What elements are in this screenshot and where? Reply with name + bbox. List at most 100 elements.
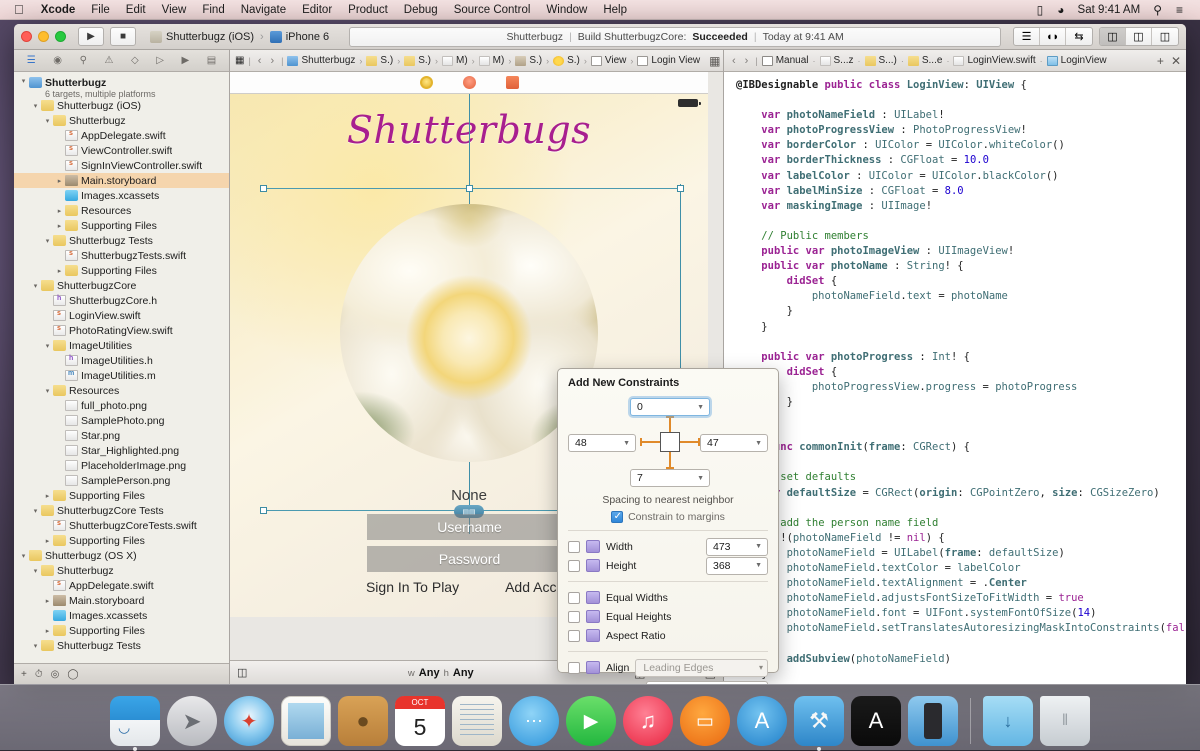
equal-widths-checkbox[interactable] bbox=[568, 592, 580, 604]
bottom-spacing-chevron-icon[interactable]: ▼ bbox=[697, 475, 707, 482]
navigator-row[interactable]: ▸Supporting Files bbox=[14, 533, 229, 548]
equal-widths-row[interactable]: Equal Widths bbox=[568, 588, 768, 607]
navigator-row[interactable]: ▸Supporting Files bbox=[14, 263, 229, 278]
menu-xcode[interactable]: Xcode bbox=[33, 0, 84, 20]
navigator-row[interactable]: LoginView.swift bbox=[14, 308, 229, 323]
first-responder-badge-icon[interactable] bbox=[463, 76, 476, 89]
ib-breadcrumb[interactable]: Shutterbugz›S.)›S.)›M)›M)›S.)›S.)›View›L… bbox=[287, 55, 700, 66]
breadcrumb-item[interactable]: S.) bbox=[553, 55, 580, 66]
navigator-row[interactable]: Star.png bbox=[14, 428, 229, 443]
assistant-controls[interactable]: + ✕ bbox=[1151, 54, 1181, 68]
ib-assistant-icon[interactable]: ▦ bbox=[703, 54, 720, 68]
disclosure-triangle-icon[interactable]: ▾ bbox=[30, 642, 41, 650]
exit-badge-icon[interactable] bbox=[506, 76, 519, 89]
bottom-spacing-stepper[interactable]: 7 ▼ bbox=[630, 469, 710, 487]
navigator-row[interactable]: full_photo.png bbox=[14, 398, 229, 413]
document-outline-icon[interactable]: ◫ bbox=[237, 666, 247, 679]
menubar-clock[interactable]: Sat 9:41 AM bbox=[1072, 4, 1147, 16]
navigator-row[interactable]: AppDelegate.swift bbox=[14, 578, 229, 593]
disclosure-triangle-icon[interactable]: ▸ bbox=[54, 267, 65, 275]
menu-file[interactable]: File bbox=[83, 0, 118, 20]
project-navigator-tree[interactable]: ▾Shutterbugz6 targets, multiple platform… bbox=[14, 72, 229, 663]
disclosure-triangle-icon[interactable]: ▾ bbox=[30, 507, 41, 515]
spacing-grid[interactable]: 0 ▼ 48 ▼ 47 ▼ 7 ▼ bbox=[568, 396, 768, 492]
navigator-row[interactable]: ▾ShutterbugzCore bbox=[14, 278, 229, 293]
disclosure-triangle-icon[interactable]: ▾ bbox=[42, 387, 53, 395]
height-chevron-icon[interactable]: ▼ bbox=[755, 562, 765, 569]
navigator-row[interactable]: PlaceholderImage.png bbox=[14, 458, 229, 473]
search-icon[interactable]: ⚲ bbox=[1146, 0, 1169, 20]
navigator-row[interactable]: ShutterbugzTests.swift bbox=[14, 248, 229, 263]
selection-handle-top-right[interactable] bbox=[677, 185, 684, 192]
navigator-row[interactable]: ▾Shutterbugz (OS X) bbox=[14, 548, 229, 563]
navigator-row[interactable]: ▾Shutterbugz bbox=[14, 563, 229, 578]
dock-item-instruments[interactable]: A bbox=[851, 696, 901, 746]
breadcrumb-item[interactable]: S.) bbox=[515, 55, 542, 66]
update-frames-dropdown[interactable]: None ▾ bbox=[646, 681, 768, 684]
airplay-icon[interactable]: ▯ bbox=[1030, 0, 1051, 20]
navigator-row[interactable]: ▾Shutterbugz6 targets, multiple platform… bbox=[14, 76, 229, 98]
add-assistant-icon[interactable]: + bbox=[1157, 54, 1164, 68]
code-back-arrow-icon[interactable]: ‹ bbox=[729, 55, 739, 67]
stop-button[interactable]: ■ bbox=[110, 27, 136, 46]
navigator-row[interactable]: AppDelegate.swift bbox=[14, 128, 229, 143]
navigator-row[interactable]: ▸Supporting Files bbox=[14, 623, 229, 638]
navigator-row[interactable]: ▾Shutterbugz Tests bbox=[14, 233, 229, 248]
dock-item-itunes[interactable]: ♫ bbox=[623, 696, 673, 746]
constrain-to-margins-row[interactable]: Constrain to margins bbox=[568, 511, 768, 523]
disclosure-triangle-icon[interactable]: ▸ bbox=[42, 627, 53, 635]
filter-source-control-icon[interactable]: ◎ bbox=[51, 669, 60, 680]
update-frames-row[interactable]: Update Frames None ▾ bbox=[568, 681, 768, 684]
wifi-icon[interactable]: ◕ bbox=[1050, 0, 1071, 20]
navigator-row[interactable]: ShutterbugzCoreTests.swift bbox=[14, 518, 229, 533]
dock-item-mail[interactable] bbox=[281, 696, 331, 746]
width-stepper[interactable]: 473 ▼ bbox=[706, 538, 768, 556]
top-spacing-chevron-icon[interactable]: ▼ bbox=[697, 404, 707, 411]
height-row[interactable]: Height 368 ▼ bbox=[568, 556, 768, 575]
dock-item-ibooks[interactable]: ▭ bbox=[680, 696, 730, 746]
navigator-row[interactable]: Images.xcassets bbox=[14, 188, 229, 203]
right-spacing-stepper[interactable]: 47 ▼ bbox=[700, 434, 768, 452]
disclosure-triangle-icon[interactable]: ▸ bbox=[42, 597, 53, 605]
disclosure-triangle-icon[interactable]: ▸ bbox=[42, 537, 53, 545]
username-field[interactable]: Username bbox=[367, 514, 572, 540]
sign-in-button[interactable]: Sign In To Play bbox=[366, 579, 459, 595]
breadcrumb-item[interactable]: LoginView.swift bbox=[953, 55, 1035, 66]
align-checkbox[interactable] bbox=[568, 662, 580, 674]
menu-source-control[interactable]: Source Control bbox=[446, 0, 539, 20]
selection-handle-top-center[interactable] bbox=[466, 185, 473, 192]
breadcrumb-item[interactable]: Shutterbugz bbox=[287, 55, 355, 66]
breadcrumb-item[interactable]: Login View bbox=[637, 55, 700, 66]
forward-arrow-icon[interactable]: › bbox=[267, 55, 277, 67]
disclosure-triangle-icon[interactable]: ▾ bbox=[42, 237, 53, 245]
add-new-constraints-popover[interactable]: Add New Constraints 0 ▼ 48 ▼ 47 ▼ bbox=[557, 368, 779, 673]
scheme-selector[interactable]: Shutterbugz (iOS) › iPhone 6 bbox=[142, 27, 337, 46]
breadcrumb-item[interactable]: S...e bbox=[908, 55, 943, 66]
tab-debug-navigator[interactable]: ▷ bbox=[156, 55, 164, 66]
height-stepper[interactable]: 368 ▼ bbox=[706, 557, 768, 575]
code-breadcrumb[interactable]: Manual·S...z·S...)·S...e·LoginView.swift… bbox=[762, 55, 1107, 66]
dock-item-contacts[interactable]: ● bbox=[338, 696, 388, 746]
dock-item-calendar[interactable]: OCT5 bbox=[395, 696, 445, 746]
navigator-row[interactable]: ▸Resources bbox=[14, 203, 229, 218]
left-spacing-stepper[interactable]: 48 ▼ bbox=[568, 434, 636, 452]
navigator-row[interactable]: ▾Resources bbox=[14, 383, 229, 398]
right-spacing-chevron-icon[interactable]: ▼ bbox=[755, 440, 765, 447]
width-checkbox[interactable] bbox=[568, 541, 580, 553]
add-file-button[interactable]: + bbox=[21, 669, 27, 680]
disclosure-triangle-icon[interactable]: ▸ bbox=[54, 222, 65, 230]
width-row[interactable]: Width 473 ▼ bbox=[568, 537, 768, 556]
menu-window[interactable]: Window bbox=[538, 0, 595, 20]
navigator-row[interactable]: ▾Shutterbugz Tests bbox=[14, 638, 229, 653]
menu-product[interactable]: Product bbox=[340, 0, 396, 20]
equal-heights-row[interactable]: Equal Heights bbox=[568, 607, 768, 626]
dock-item-app-store[interactable]: A bbox=[737, 696, 787, 746]
dock-item-simulator[interactable] bbox=[908, 696, 958, 746]
minimize-button[interactable] bbox=[38, 31, 49, 42]
breadcrumb-item[interactable]: S...) bbox=[865, 55, 897, 66]
standard-editor-icon[interactable]: ☰ bbox=[1014, 28, 1040, 45]
disclosure-triangle-icon[interactable]: ▾ bbox=[18, 552, 29, 560]
disclosure-triangle-icon[interactable]: ▸ bbox=[54, 177, 65, 185]
ib-jump-bar[interactable]: ▦ | ‹ › | Shutterbugz›S.)›S.)›M)›M)›S.)›… bbox=[230, 50, 723, 72]
swift-source-code[interactable]: @IBDesignable public class LoginView: UI… bbox=[724, 72, 1186, 684]
